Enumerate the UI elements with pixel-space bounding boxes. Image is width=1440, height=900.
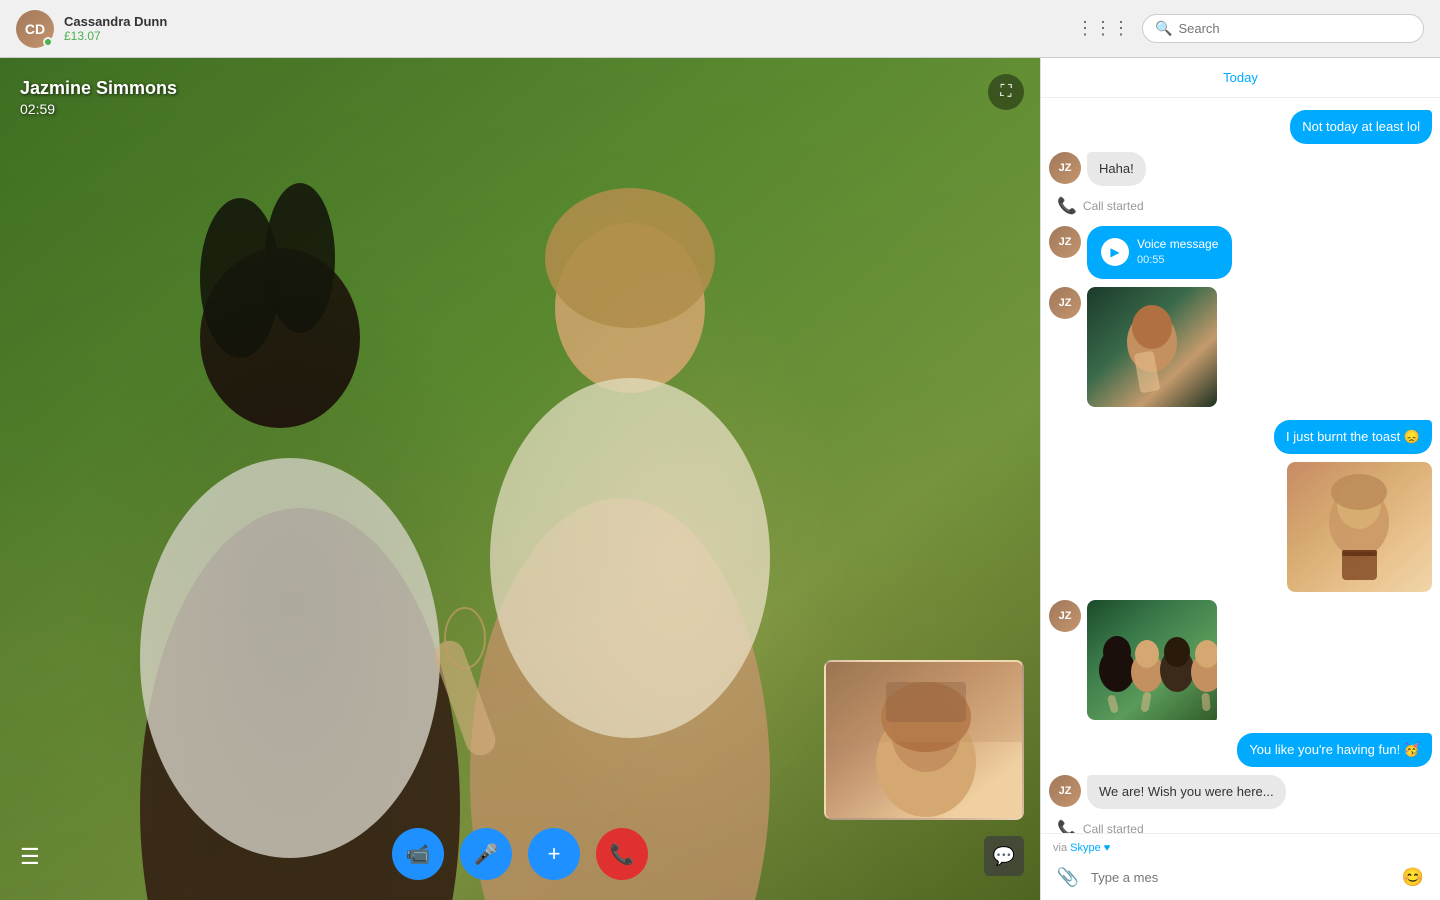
attach-button[interactable]: 📎	[1053, 862, 1083, 892]
message-row: JZ Haha!	[1049, 152, 1432, 186]
user-credit: £13.07	[64, 29, 167, 43]
emoji-icon: 😊	[1402, 867, 1424, 888]
main-layout: Jazmine Simmons 02:59 ⛶	[0, 58, 1440, 900]
call-controls: 📹 🎤 + 📞	[392, 828, 648, 880]
via-skype-label: via Skype ♥	[1053, 842, 1428, 858]
user-text-block: Cassandra Dunn £13.07	[64, 14, 167, 43]
expand-icon: ⛶	[1000, 83, 1011, 101]
chat-date-header: Today	[1041, 58, 1440, 98]
mic-toggle-button[interactable]: 🎤	[460, 828, 512, 880]
hamburger-menu-button[interactable]: ☰	[20, 844, 40, 870]
voice-label: Voice message	[1137, 236, 1218, 253]
party-image-svg	[1087, 600, 1217, 720]
add-participant-button[interactable]: +	[528, 828, 580, 880]
topbar-right-controls: ⋮⋮⋮ 🔍	[1076, 14, 1424, 43]
received-party-image[interactable]	[1087, 600, 1217, 725]
call-started-text: Call started	[1083, 822, 1144, 833]
message-row: You like you're having fun! 🥳	[1049, 733, 1432, 767]
call-started-row: 📞 Call started	[1049, 194, 1432, 218]
search-input[interactable]	[1178, 21, 1411, 36]
user-avatar[interactable]: CD	[16, 10, 54, 48]
voice-message-bubble: ▶ Voice message 00:55	[1087, 226, 1232, 278]
message-row	[1049, 462, 1432, 592]
chat-avatar: JZ	[1049, 226, 1081, 258]
chat-input[interactable]	[1091, 870, 1390, 885]
emoji-button[interactable]: 😊	[1398, 862, 1428, 892]
caller-info: Jazmine Simmons 02:59	[20, 78, 177, 117]
voice-duration: 00:55	[1137, 253, 1218, 268]
topbar: CD Cassandra Dunn £13.07 ⋮⋮⋮ 🔍	[0, 0, 1440, 58]
add-icon: +	[548, 841, 561, 867]
hamburger-icon: ☰	[20, 844, 40, 869]
chat-messages: Not today at least lol JZ Haha! 📞 Call s…	[1041, 98, 1440, 833]
caller-name: Jazmine Simmons	[20, 78, 177, 99]
avatar-initials: CD	[25, 21, 45, 37]
message-row: JZ ▶ Voice message 00:55	[1049, 226, 1432, 278]
paperclip-icon: 📎	[1057, 867, 1079, 888]
chat-icon: 💬	[993, 846, 1015, 867]
voice-info: Voice message 00:55	[1137, 236, 1218, 268]
call-started-icon: 📞	[1057, 196, 1077, 216]
call-started-text: Call started	[1083, 199, 1144, 213]
mic-icon: 🎤	[474, 842, 499, 867]
search-icon: 🔍	[1155, 20, 1172, 37]
sent-image-svg	[1287, 462, 1432, 592]
received-bubble: We are! Wish you were here...	[1087, 775, 1286, 809]
expand-button[interactable]: ⛶	[988, 74, 1024, 110]
end-call-button[interactable]: 📞	[596, 828, 648, 880]
image-preview-svg	[1087, 287, 1217, 407]
call-timer: 02:59	[20, 101, 177, 117]
message-row: I just burnt the toast 😞	[1049, 420, 1432, 454]
chat-overlay-button[interactable]: 💬	[984, 836, 1024, 876]
user-info: CD Cassandra Dunn £13.07	[16, 10, 1076, 48]
message-row: Not today at least lol	[1049, 110, 1432, 144]
chat-avatar: JZ	[1049, 600, 1081, 632]
sent-bubble: I just burnt the toast 😞	[1274, 420, 1432, 454]
message-row: JZ We are! Wish you were here...	[1049, 775, 1432, 809]
call-started-icon: 📞	[1057, 819, 1077, 833]
message-row: JZ	[1049, 600, 1432, 725]
chat-avatar: JZ	[1049, 775, 1081, 807]
call-started-row: 📞 Call started	[1049, 817, 1432, 833]
received-bubble: Haha!	[1087, 152, 1146, 186]
user-name: Cassandra Dunn	[64, 14, 167, 29]
chat-avatar: JZ	[1049, 152, 1081, 184]
sent-image[interactable]	[1287, 462, 1432, 592]
chat-input-area: via Skype ♥ 📎 😊	[1041, 833, 1440, 900]
sent-bubble: Not today at least lol	[1290, 110, 1432, 144]
input-row: 📎 😊	[1053, 862, 1428, 892]
received-image[interactable]	[1087, 287, 1217, 412]
video-toggle-button[interactable]: 📹	[392, 828, 444, 880]
chat-panel: Today Not today at least lol JZ Haha! 📞 …	[1040, 58, 1440, 900]
online-status-dot	[43, 37, 53, 47]
message-row: JZ	[1049, 287, 1432, 412]
chat-avatar: JZ	[1049, 287, 1081, 319]
grid-icon[interactable]: ⋮⋮⋮	[1076, 18, 1130, 39]
end-call-icon: 📞	[610, 842, 635, 867]
play-voice-button[interactable]: ▶	[1101, 238, 1129, 266]
video-area: Jazmine Simmons 02:59 ⛶	[0, 58, 1040, 900]
search-box: 🔍	[1142, 14, 1424, 43]
skype-link: Skype ♥	[1070, 842, 1110, 854]
sent-bubble: You like you're having fun! 🥳	[1237, 733, 1432, 767]
video-icon: 📹	[406, 842, 431, 867]
self-view-svg	[826, 662, 1024, 820]
self-view-thumbnail	[824, 660, 1024, 820]
